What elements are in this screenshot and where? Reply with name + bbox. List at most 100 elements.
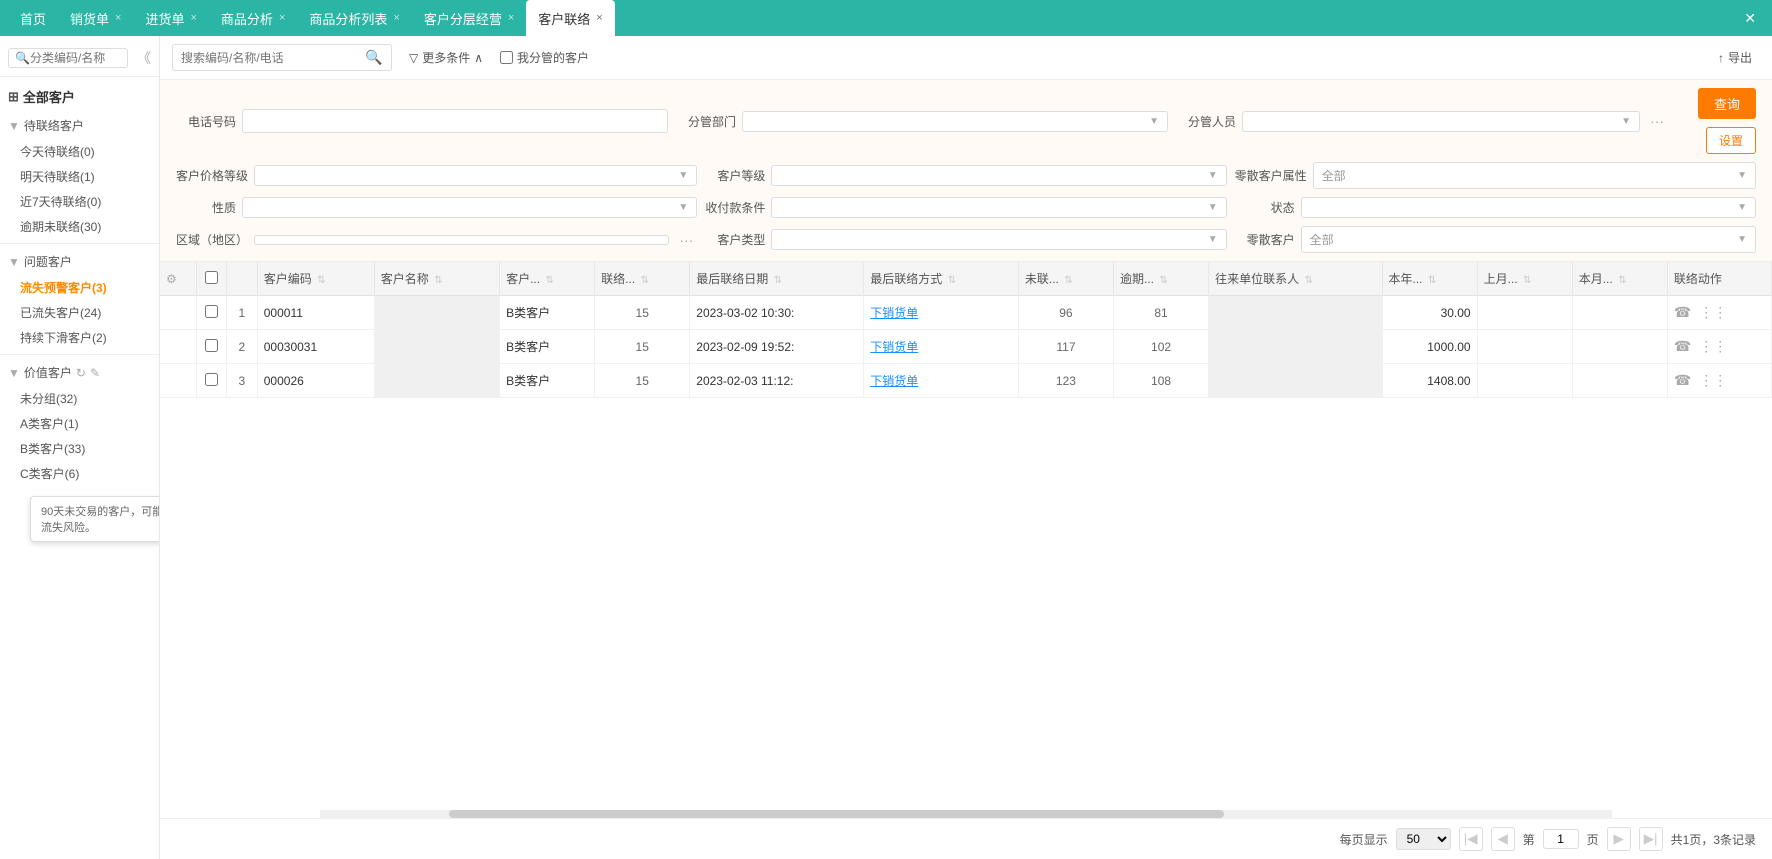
filter-select-price-level[interactable]: ▼ bbox=[254, 165, 697, 186]
page-input[interactable] bbox=[1543, 829, 1579, 849]
filter-input-phone[interactable] bbox=[242, 109, 668, 133]
th-contact[interactable]: 联络... ⇅ bbox=[595, 262, 690, 296]
cell-last-method-0[interactable]: 下销货单 bbox=[864, 296, 1019, 330]
th-this-month[interactable]: 本月... ⇅ bbox=[1572, 262, 1667, 296]
query-btn[interactable]: 查询 bbox=[1698, 88, 1756, 119]
filter-more-region-btn[interactable]: ··· bbox=[675, 232, 697, 248]
sidebar-item-class-c[interactable]: C类客户(6) bbox=[0, 461, 159, 486]
next-page-btn[interactable]: ▶ bbox=[1607, 827, 1631, 851]
th-this-year[interactable]: 本年... ⇅ bbox=[1382, 262, 1477, 296]
sidebar-item-today-pending[interactable]: 今天待联络(0) bbox=[0, 139, 159, 164]
tab-home[interactable]: 首页 bbox=[8, 9, 58, 28]
action-call-icon-1[interactable]: ☎ bbox=[1674, 338, 1691, 355]
filter-select-status[interactable]: ▼ bbox=[1301, 197, 1756, 218]
tab-customer-segment[interactable]: 客户分层经营 × bbox=[412, 0, 526, 36]
filter-field-retail-cust: 零散客户 全部 ▼ bbox=[1235, 226, 1756, 253]
filter-select-person[interactable]: ▼ bbox=[1242, 111, 1640, 132]
th-type[interactable]: 客户... ⇅ bbox=[500, 262, 595, 296]
action-more-icon-1[interactable]: ⋮⋮ bbox=[1699, 338, 1727, 355]
filter-select-cust-type[interactable]: ▼ bbox=[771, 229, 1226, 250]
th-last-month[interactable]: 上月... ⇅ bbox=[1477, 262, 1572, 296]
tab-analysis-list[interactable]: 商品分析列表 × bbox=[297, 0, 411, 36]
th-last-date[interactable]: 最后联络日期 ⇅ bbox=[690, 262, 864, 296]
cell-checkbox-1[interactable] bbox=[196, 330, 226, 364]
filter-select-nature[interactable]: ▼ bbox=[242, 197, 697, 218]
sidebar-item-declining[interactable]: 持续下滑客户(2) bbox=[0, 325, 159, 350]
my-customers-checkbox-label[interactable]: 我分管的客户 bbox=[500, 49, 589, 66]
filter-select-payment[interactable]: ▼ bbox=[771, 197, 1226, 218]
filter-select-dept[interactable]: ▼ bbox=[742, 111, 1168, 132]
close-window-icon[interactable]: ✕ bbox=[1736, 10, 1764, 27]
valued-edit-icon[interactable]: ✎ bbox=[90, 366, 100, 380]
th-code[interactable]: 客户编码 ⇅ bbox=[257, 262, 374, 296]
tab-close-analysis[interactable]: × bbox=[279, 12, 285, 24]
prev-page-btn[interactable]: ◀ bbox=[1491, 827, 1515, 851]
filter-label-retail-cust: 零散客户 bbox=[1235, 231, 1295, 248]
sidebar-collapse-btn[interactable]: 《 bbox=[137, 48, 151, 68]
th-unit-contact[interactable]: 往来单位联系人 ⇅ bbox=[1209, 262, 1382, 296]
filter-select-region[interactable] bbox=[254, 235, 669, 245]
sidebar-subgroup-pending[interactable]: ▼ 待联络客户 bbox=[0, 112, 159, 139]
sidebar-all-customers[interactable]: ⊞ 全部客户 bbox=[0, 81, 159, 112]
th-uncontacted[interactable]: 未联... ⇅ bbox=[1018, 262, 1113, 296]
row-checkbox-0[interactable] bbox=[205, 305, 218, 318]
th-last-method[interactable]: 最后联络方式 ⇅ bbox=[864, 262, 1019, 296]
tab-analysis[interactable]: 商品分析 × bbox=[209, 0, 297, 36]
sidebar-subgroup-atrisk[interactable]: ▼ 问题客户 bbox=[0, 248, 159, 275]
cell-link-method-1[interactable]: 下销货单 bbox=[870, 340, 918, 354]
horizontal-scrollbar[interactable] bbox=[320, 810, 1612, 818]
select-all-checkbox[interactable] bbox=[205, 271, 218, 284]
sidebar-item-churned[interactable]: 已流失客户(24) bbox=[0, 300, 159, 325]
row-checkbox-1[interactable] bbox=[205, 339, 218, 352]
th-overdue[interactable]: 逾期... ⇅ bbox=[1113, 262, 1208, 296]
sidebar-subgroup-valued[interactable]: ▼ 价值客户 ↻ ✎ bbox=[0, 359, 159, 386]
sidebar-item-ungrouped[interactable]: 未分组(32) bbox=[0, 386, 159, 411]
filter-more-person-btn[interactable]: ··· bbox=[1646, 113, 1668, 129]
sidebar-item-tomorrow-pending[interactable]: 明天待联络(1) bbox=[0, 164, 159, 189]
sidebar-item-class-a[interactable]: A类客户(1) bbox=[0, 411, 159, 436]
sidebar-item-week-pending[interactable]: 近7天待联络(0) bbox=[0, 189, 159, 214]
cell-last-method-1[interactable]: 下销货单 bbox=[864, 330, 1019, 364]
more-filter-btn[interactable]: ▽ 更多条件 ∧ bbox=[400, 44, 492, 71]
cell-last-month-1 bbox=[1477, 330, 1572, 364]
sidebar-item-class-b[interactable]: B类客户(33) bbox=[0, 436, 159, 461]
my-customers-checkbox[interactable] bbox=[500, 51, 513, 64]
filter-select-retail-attr[interactable]: 全部 ▼ bbox=[1313, 162, 1756, 189]
sidebar-item-overdue-pending[interactable]: 逾期未联络(30) bbox=[0, 214, 159, 239]
action-more-icon-2[interactable]: ⋮⋮ bbox=[1699, 372, 1727, 389]
th-checkbox[interactable] bbox=[196, 262, 226, 296]
filter-select-retail-cust[interactable]: 全部 ▼ bbox=[1301, 226, 1756, 253]
th-name[interactable]: 客户名称 ⇅ bbox=[374, 262, 499, 296]
page-size-select[interactable]: 50 100 200 bbox=[1396, 828, 1451, 850]
search-input[interactable] bbox=[181, 51, 361, 65]
valued-refresh-icon[interactable]: ↻ bbox=[76, 366, 86, 380]
filter-select-cust-level[interactable]: ▼ bbox=[771, 165, 1226, 186]
cell-checkbox-2[interactable] bbox=[196, 364, 226, 398]
action-call-icon-2[interactable]: ☎ bbox=[1674, 372, 1691, 389]
export-btn[interactable]: ↑ 导出 bbox=[1710, 45, 1760, 70]
sidebar-item-churn-warning[interactable]: 流失预警客户(3) bbox=[0, 275, 159, 300]
settings-btn[interactable]: 设置 bbox=[1706, 127, 1756, 154]
scroll-thumb[interactable] bbox=[449, 810, 1224, 818]
tab-close-analysis-list[interactable]: × bbox=[393, 12, 399, 24]
action-call-icon-0[interactable]: ☎ bbox=[1674, 304, 1691, 321]
row-checkbox-2[interactable] bbox=[205, 373, 218, 386]
sidebar-search-input[interactable] bbox=[30, 51, 120, 65]
cell-link-method-2[interactable]: 下销货单 bbox=[870, 374, 918, 388]
tab-close-purchase[interactable]: × bbox=[190, 12, 196, 24]
cell-checkbox-0[interactable] bbox=[196, 296, 226, 330]
first-page-btn[interactable]: |◀ bbox=[1459, 827, 1483, 851]
tab-sales[interactable]: 销货单 × bbox=[58, 0, 133, 36]
action-more-icon-0[interactable]: ⋮⋮ bbox=[1699, 304, 1727, 321]
tab-close-customer-contact[interactable]: × bbox=[596, 12, 602, 24]
search-icon-btn[interactable]: 🔍 bbox=[365, 49, 382, 66]
last-page-btn[interactable]: ▶| bbox=[1639, 827, 1663, 851]
tab-close-sales[interactable]: × bbox=[115, 12, 121, 24]
tab-customer-contact[interactable]: 客户联络 × bbox=[526, 0, 614, 36]
cell-link-method-0[interactable]: 下销货单 bbox=[870, 306, 918, 320]
tab-purchase[interactable]: 进货单 × bbox=[133, 0, 208, 36]
chevron-cust-level-icon: ▼ bbox=[1208, 170, 1218, 181]
cell-last-method-2[interactable]: 下销货单 bbox=[864, 364, 1019, 398]
th-settings[interactable]: ⚙ bbox=[160, 262, 196, 296]
tab-close-customer-segment[interactable]: × bbox=[508, 12, 514, 24]
